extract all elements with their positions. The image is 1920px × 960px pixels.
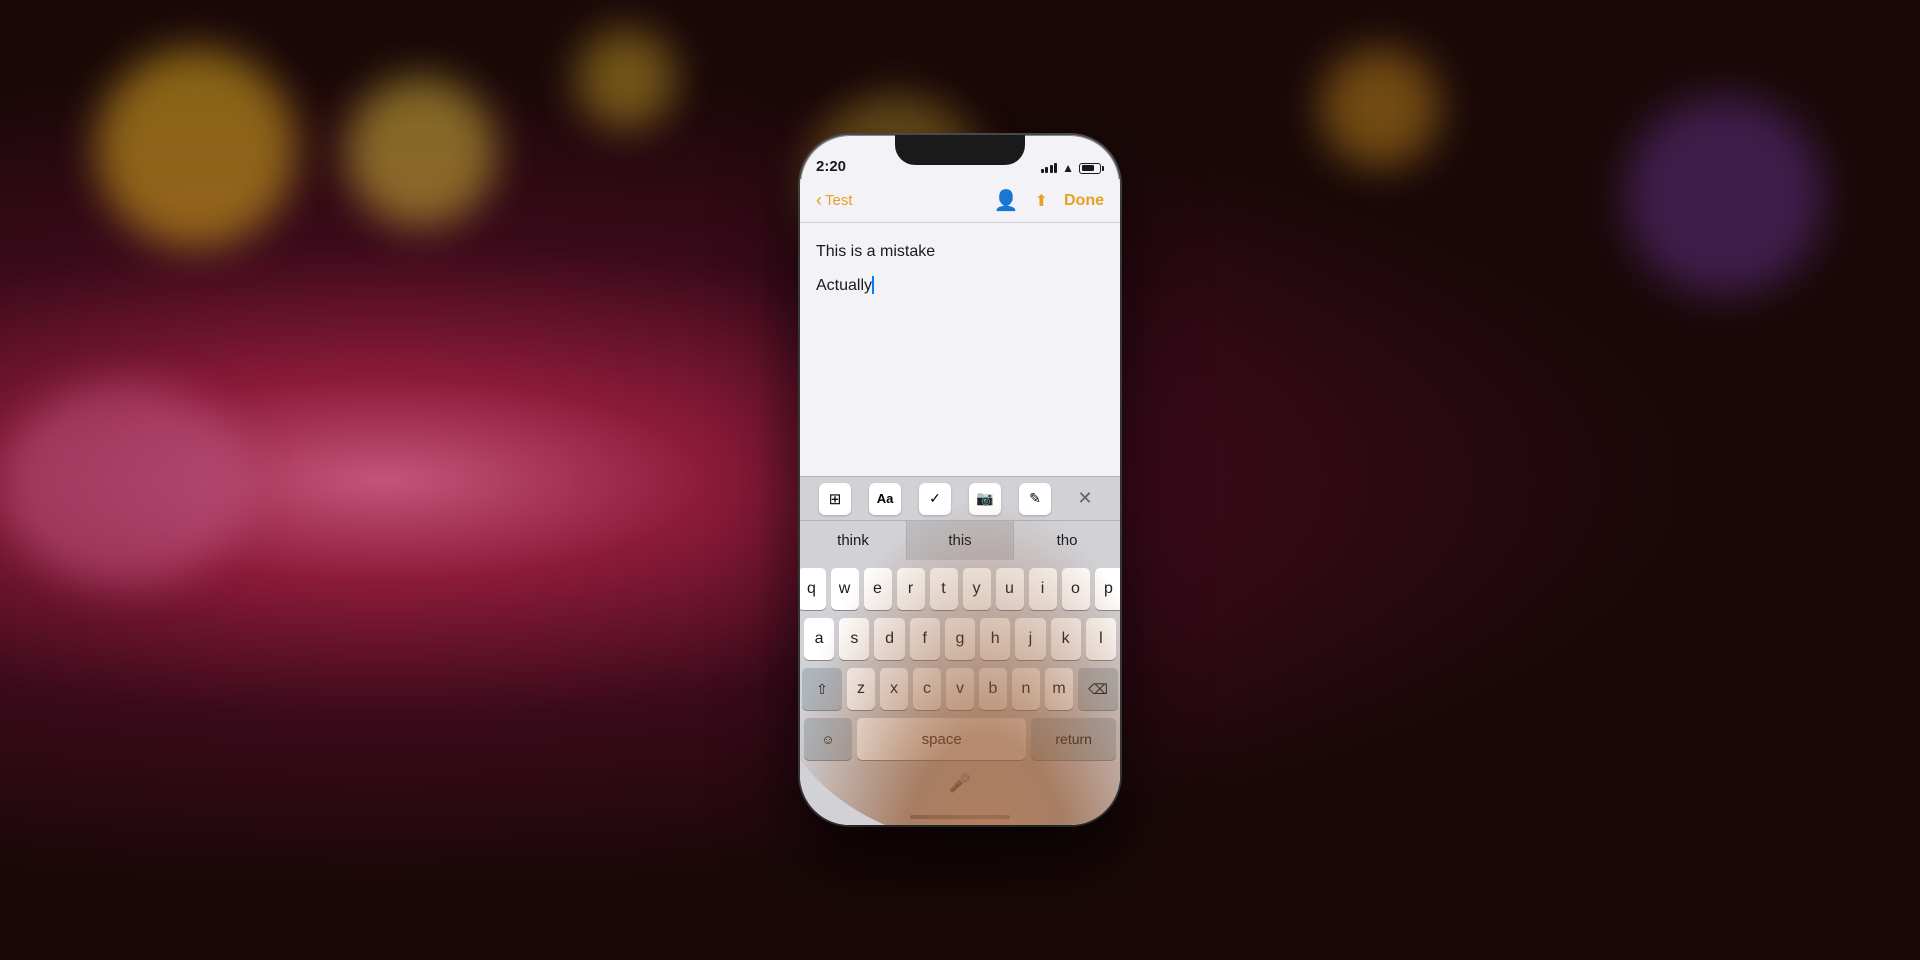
- key-q[interactable]: q: [800, 568, 826, 610]
- bokeh-light-2: [346, 77, 496, 227]
- signal-bar-1: [1041, 169, 1044, 173]
- battery-tip: [1102, 166, 1104, 171]
- key-f[interactable]: f: [910, 618, 940, 660]
- key-i[interactable]: i: [1029, 568, 1057, 610]
- bokeh-light-7: [1624, 96, 1824, 296]
- notch: [895, 135, 1025, 165]
- close-toolbar-button[interactable]: ✕: [1069, 483, 1101, 515]
- key-row-1: q w e r t y u i o p: [804, 568, 1116, 610]
- nav-back-button[interactable]: ‹ Test: [816, 191, 853, 211]
- key-y[interactable]: y: [963, 568, 991, 610]
- key-e[interactable]: e: [864, 568, 892, 610]
- autocomplete-think[interactable]: think: [800, 521, 907, 560]
- status-icons: ▲: [1041, 161, 1104, 175]
- key-row-4: ☺ space return: [804, 718, 1116, 760]
- key-c[interactable]: c: [913, 668, 941, 710]
- text-cursor: [872, 276, 874, 294]
- home-bar: [910, 815, 1010, 819]
- key-p[interactable]: p: [1095, 568, 1121, 610]
- nav-actions: 👤 ⬆ Done: [994, 188, 1104, 213]
- signal-bar-4: [1054, 163, 1057, 173]
- key-t[interactable]: t: [930, 568, 958, 610]
- key-n[interactable]: n: [1012, 668, 1040, 710]
- phone-wrapper: 2:20 ▲ ‹ Test: [800, 135, 1120, 825]
- format-toolbar-button[interactable]: Aa: [869, 483, 901, 515]
- status-time: 2:20: [816, 158, 846, 175]
- key-a[interactable]: a: [804, 618, 834, 660]
- key-s[interactable]: s: [839, 618, 869, 660]
- mic-row: 🎤: [804, 768, 1116, 798]
- mic-icon[interactable]: 🎤: [949, 773, 971, 794]
- key-u[interactable]: u: [996, 568, 1024, 610]
- key-r[interactable]: r: [897, 568, 925, 610]
- collab-icon[interactable]: 👤: [994, 188, 1019, 213]
- key-g[interactable]: g: [945, 618, 975, 660]
- table-toolbar-button[interactable]: ⊞: [819, 483, 851, 515]
- key-row-3: ⇧ z x c v b n m ⌫: [804, 668, 1116, 710]
- share-icon[interactable]: ⬆: [1035, 191, 1048, 211]
- back-chevron-icon: ‹: [816, 190, 822, 211]
- note-text: This is a mistake Actually: [816, 239, 1104, 298]
- signal-bar-2: [1045, 167, 1048, 173]
- key-backspace[interactable]: ⌫: [1078, 668, 1118, 710]
- signal-bar-3: [1050, 165, 1053, 173]
- key-row-2: a s d f g h j k l: [804, 618, 1116, 660]
- nav-bar: ‹ Test 👤 ⬆ Done: [800, 179, 1120, 223]
- phone: 2:20 ▲ ‹ Test: [800, 135, 1120, 825]
- key-h[interactable]: h: [980, 618, 1010, 660]
- note-line-2-text: Actually: [816, 277, 872, 294]
- autocomplete-tho[interactable]: tho: [1014, 521, 1120, 560]
- pencil-toolbar-button[interactable]: ✎: [1019, 483, 1051, 515]
- key-b[interactable]: b: [979, 668, 1007, 710]
- signal-bars-icon: [1041, 163, 1058, 173]
- battery-body: [1079, 163, 1101, 174]
- note-line-1: This is a mistake: [816, 239, 1104, 265]
- wifi-icon: ▲: [1062, 161, 1074, 175]
- key-m[interactable]: m: [1045, 668, 1073, 710]
- battery-icon: [1079, 163, 1104, 174]
- nav-back-label: Test: [825, 192, 853, 209]
- keyboard-toolbar: ⊞ Aa ✓ 📷 ✎ ✕: [800, 476, 1120, 520]
- key-l[interactable]: l: [1086, 618, 1116, 660]
- bokeh-light-1: [96, 48, 296, 248]
- key-return[interactable]: return: [1031, 718, 1116, 760]
- key-x[interactable]: x: [880, 668, 908, 710]
- note-line-2: Actually: [816, 273, 1104, 299]
- key-shift[interactable]: ⇧: [802, 668, 842, 710]
- key-v[interactable]: v: [946, 668, 974, 710]
- key-j[interactable]: j: [1015, 618, 1045, 660]
- key-k[interactable]: k: [1051, 618, 1081, 660]
- key-o[interactable]: o: [1062, 568, 1090, 610]
- autocomplete-this[interactable]: this: [907, 521, 1014, 560]
- done-button[interactable]: Done: [1064, 192, 1104, 210]
- bokeh-light-5: [1320, 48, 1440, 168]
- checklist-toolbar-button[interactable]: ✓: [919, 483, 951, 515]
- autocomplete-bar: think this tho: [800, 520, 1120, 560]
- bokeh-light-3: [576, 29, 676, 129]
- key-emoji[interactable]: ☺: [804, 718, 852, 760]
- key-space[interactable]: space: [857, 718, 1026, 760]
- bokeh-light-6: [0, 384, 250, 584]
- key-d[interactable]: d: [874, 618, 904, 660]
- key-w[interactable]: w: [831, 568, 859, 610]
- key-z[interactable]: z: [847, 668, 875, 710]
- keyboard: q w e r t y u i o p a s d f g h j k: [800, 560, 1120, 825]
- camera-toolbar-button[interactable]: 📷: [969, 483, 1001, 515]
- battery-fill: [1082, 165, 1095, 171]
